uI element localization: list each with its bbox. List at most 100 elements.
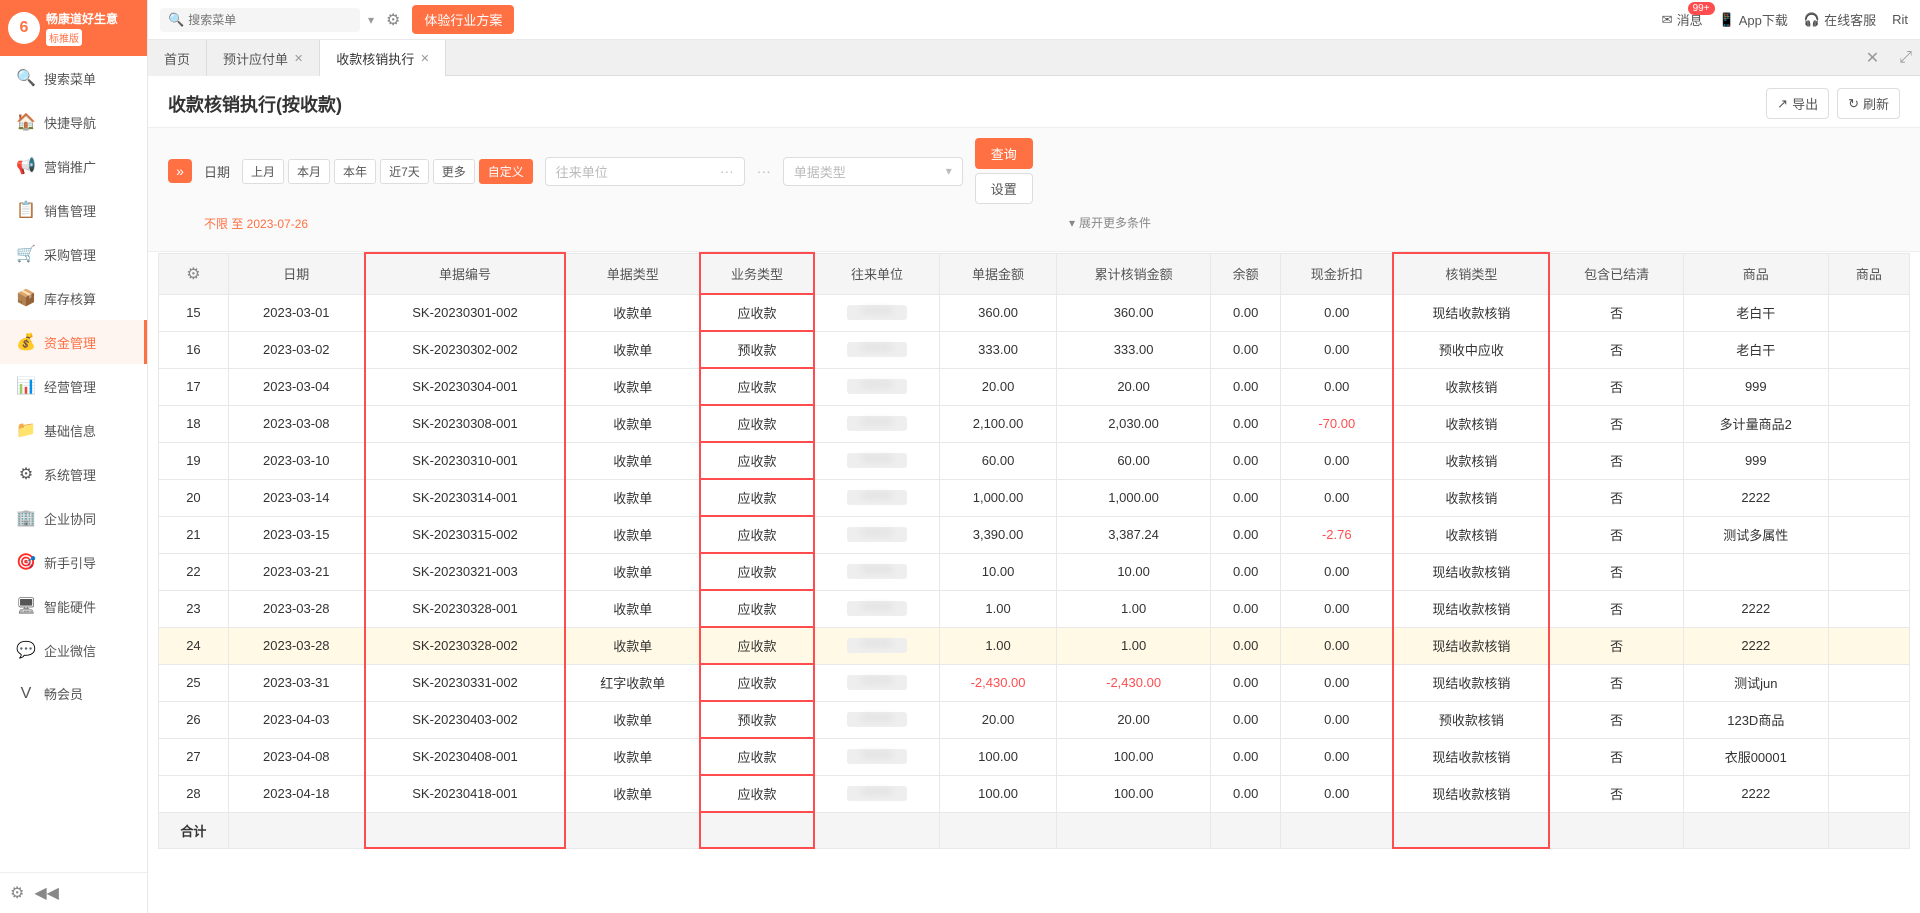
cell-voucher-no[interactable]: SK-20230310-001 xyxy=(365,442,566,479)
cell-verify-type: 收款核销 xyxy=(1393,442,1549,479)
cell-include-cleared xyxy=(1549,812,1683,848)
refresh-icon: ↻ xyxy=(1848,96,1859,112)
cell-voucher-no[interactable]: SK-20230408-001 xyxy=(365,738,566,775)
cell-balance: 0.00 xyxy=(1211,738,1281,775)
date-btn-近7天[interactable]: 近7天 xyxy=(380,159,429,184)
cell-voucher-no[interactable]: SK-20230418-001 xyxy=(365,775,566,812)
cell-verified: 333.00 xyxy=(1056,331,1210,368)
cell-counterparty: ****** xyxy=(814,627,940,664)
sidebar-item-label-hardware: 智能硬件 xyxy=(44,597,96,616)
voucher-no-link[interactable]: SK-20230408-001 xyxy=(412,749,518,764)
date-btn-本月[interactable]: 本月 xyxy=(288,159,330,184)
date-btn-custom[interactable]: 自定义 xyxy=(479,159,533,184)
filter-area: » 日期 上月本月本年近7天更多自定义 往来单位 ··· ··· 单据类型 ▾ … xyxy=(148,128,1920,252)
cell-include-cleared: 否 xyxy=(1549,479,1683,516)
voucher-no-link[interactable]: SK-20230308-001 xyxy=(412,416,518,431)
date-btn-本年[interactable]: 本年 xyxy=(334,159,376,184)
voucher-no-link[interactable]: SK-20230418-001 xyxy=(412,786,518,801)
sidebar-item-purchase[interactable]: 🛒采购管理 xyxy=(0,232,147,276)
cell-voucher-no[interactable]: SK-20230304-001 xyxy=(365,368,566,405)
cell-num: 25 xyxy=(159,664,229,701)
sidebar-item-basic[interactable]: 📁基础信息 xyxy=(0,408,147,452)
counterparty-dots-icon[interactable]: ··· xyxy=(720,163,734,179)
cell-balance: 0.00 xyxy=(1211,516,1281,553)
cell-verify-type: 现结收款核销 xyxy=(1393,775,1549,812)
app-download-btn[interactable]: 📱 App下载 xyxy=(1719,10,1788,29)
voucher-no-link[interactable]: SK-20230403-002 xyxy=(412,712,518,727)
filter-toggle-btn[interactable]: » xyxy=(168,159,192,183)
sidebar-item-wechat[interactable]: 💬企业微信 xyxy=(0,628,147,672)
settings-icon[interactable]: ⚙ xyxy=(10,883,24,903)
message-btn[interactable]: ✉ 消息 99+ xyxy=(1662,10,1703,29)
cell-voucher-no[interactable]: SK-20230315-002 xyxy=(365,516,566,553)
voucher-no-link[interactable]: SK-20230331-002 xyxy=(412,675,518,690)
voucher-no-link[interactable]: SK-20230328-001 xyxy=(412,601,518,616)
voucher-no-link[interactable]: SK-20230321-003 xyxy=(412,564,518,579)
cell-date: 2023-03-28 xyxy=(228,590,364,627)
tab-receipt-verify[interactable]: 收款核销执行 ✕ xyxy=(320,40,446,76)
voucher-no-link[interactable]: SK-20230301-002 xyxy=(412,305,518,320)
cell-voucher-no[interactable]: SK-20230314-001 xyxy=(365,479,566,516)
cell-biz-type: 预收款 xyxy=(700,331,814,368)
sidebar-item-guide[interactable]: 🎯新手引导 xyxy=(0,540,147,584)
cell-voucher-no[interactable]: SK-20230328-001 xyxy=(365,590,566,627)
tab-label-home: 首页 xyxy=(164,49,190,68)
tab-home[interactable]: 首页 xyxy=(148,40,207,76)
cell-num: 15 xyxy=(159,294,229,331)
sidebar-item-sales[interactable]: 📋销售管理 xyxy=(0,188,147,232)
industry-btn[interactable]: 体验行业方案 xyxy=(412,5,514,34)
filter-settings-btn[interactable]: 设置 xyxy=(975,173,1033,204)
sidebar-item-operation[interactable]: 📊经营管理 xyxy=(0,364,147,408)
sidebar-item-inventory[interactable]: 📦库存核算 xyxy=(0,276,147,320)
cell-voucher-no[interactable]: SK-20230403-002 xyxy=(365,701,566,738)
column-settings-icon[interactable]: ⚙ xyxy=(186,266,200,283)
voucher-type-filter[interactable]: 单据类型 ▾ xyxy=(783,157,963,186)
cell-voucher-no[interactable]: SK-20230321-003 xyxy=(365,553,566,590)
sidebar-item-hardware[interactable]: 🖥智能硬件 xyxy=(0,584,147,628)
sidebar-item-quicknav[interactable]: 🏠快捷导航 xyxy=(0,100,147,144)
query-btn[interactable]: 查询 xyxy=(975,138,1033,169)
tab-payable[interactable]: 预计应付单✕ xyxy=(207,40,320,76)
expand-more-btn[interactable]: ▾ 展开更多条件 xyxy=(1069,212,1151,233)
inventory-icon: 📦 xyxy=(16,288,36,308)
sidebar-item-member[interactable]: V畅会员 xyxy=(0,672,147,715)
voucher-no-link[interactable]: SK-20230304-001 xyxy=(412,379,518,394)
cell-voucher-no[interactable]: SK-20230331-002 xyxy=(365,664,566,701)
sidebar-item-marketing[interactable]: 📢营销推广 xyxy=(0,144,147,188)
cell-goods: 测试多属性 xyxy=(1683,516,1828,553)
user-menu[interactable]: Rit xyxy=(1892,12,1908,27)
export-btn[interactable]: ↗ 导出 xyxy=(1766,88,1829,119)
sidebar-item-capital[interactable]: 💰资金管理 xyxy=(0,320,147,364)
tab-label-receipt-verify: 收款核销执行 xyxy=(336,49,414,68)
search-input[interactable] xyxy=(188,13,308,27)
cell-voucher-no[interactable]: SK-20230328-002 xyxy=(365,627,566,664)
voucher-no-link[interactable]: SK-20230328-002 xyxy=(412,638,518,653)
tab-close-receipt-verify[interactable]: ✕ xyxy=(420,52,429,65)
collapse-icon[interactable]: ◀◀ xyxy=(34,883,59,903)
close-all-tabs-icon[interactable]: ✕ xyxy=(1854,48,1891,68)
voucher-no-link[interactable]: SK-20230315-002 xyxy=(412,527,518,542)
dropdown-chevron-icon[interactable]: ▾ xyxy=(368,13,374,27)
voucher-no-link[interactable]: SK-20230302-002 xyxy=(412,342,518,357)
phone-icon: 📱 xyxy=(1719,12,1735,28)
sidebar-item-search[interactable]: 🔍搜索菜单 xyxy=(0,56,147,100)
voucher-type-label: 单据类型 xyxy=(794,162,940,181)
cell-voucher-no[interactable]: SK-20230302-002 xyxy=(365,331,566,368)
voucher-no-link[interactable]: SK-20230314-001 xyxy=(412,490,518,505)
cell-voucher-no[interactable]: SK-20230308-001 xyxy=(365,405,566,442)
date-btn-上月[interactable]: 上月 xyxy=(242,159,284,184)
sidebar-item-system[interactable]: ⚙系统管理 xyxy=(0,452,147,496)
cell-voucher-no[interactable]: SK-20230301-002 xyxy=(365,294,566,331)
table-row: 252023-03-31SK-20230331-002红字收款单应收款*****… xyxy=(159,664,1910,701)
topbar-gear-icon[interactable]: ⚙ xyxy=(382,6,404,34)
cell-counterparty: ****** xyxy=(814,442,940,479)
tab-close-payable[interactable]: ✕ xyxy=(294,52,303,65)
counterparty-filter[interactable]: 往来单位 ··· xyxy=(545,157,745,186)
date-btn-更多[interactable]: 更多 xyxy=(433,159,475,184)
refresh-btn[interactable]: ↻ 刷新 xyxy=(1837,88,1900,119)
sidebar-item-enterprise[interactable]: 🏢企业协同 xyxy=(0,496,147,540)
voucher-no-link[interactable]: SK-20230310-001 xyxy=(412,453,518,468)
online-service-btn[interactable]: 🎧 在线客服 xyxy=(1804,10,1876,29)
cell-verify-type: 收款核销 xyxy=(1393,516,1549,553)
expand-tabs-icon[interactable]: ⤢ xyxy=(1891,49,1920,67)
